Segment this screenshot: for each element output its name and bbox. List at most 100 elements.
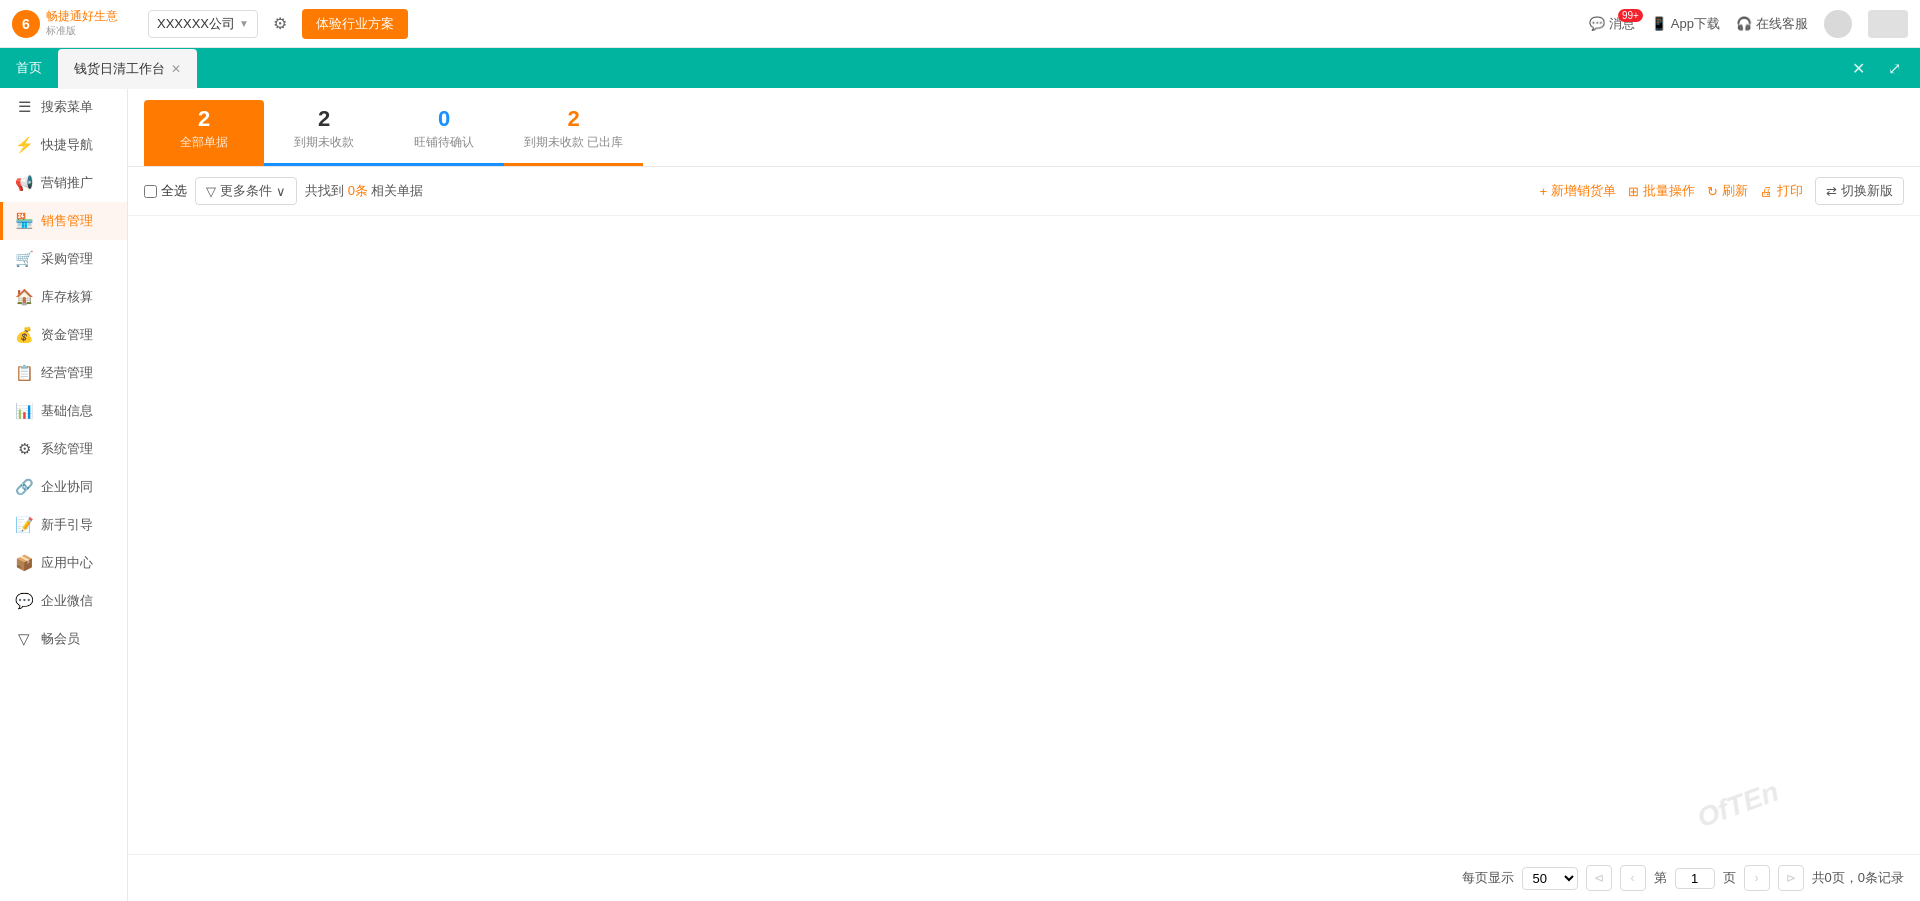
stat-count-overdue: 2 [284, 108, 364, 130]
tab-close-icon[interactable]: ✕ [171, 62, 181, 76]
tab-home-label: 首页 [16, 59, 42, 77]
sales-icon: 🏪 [15, 212, 33, 230]
basic-info-icon: 📊 [15, 402, 33, 420]
prev-page-button[interactable]: ‹ [1620, 865, 1646, 891]
toolbar-left: 全选 ▽ 更多条件 ∨ 共找到 0条 相关单据 [144, 177, 1531, 205]
filter-label: 更多条件 [220, 182, 272, 200]
sidebar-item-label: 企业微信 [41, 592, 93, 610]
sidebar-item-finance[interactable]: 💰 资金管理 [0, 316, 127, 354]
sidebar-item-quick-nav[interactable]: ⚡ 快捷导航 [0, 126, 127, 164]
batch-operation-button[interactable]: ⊞ 批量操作 [1628, 182, 1695, 200]
sidebar-item-marketing[interactable]: 📢 营销推广 [0, 164, 127, 202]
finance-icon: 💰 [15, 326, 33, 344]
page-input[interactable] [1675, 868, 1715, 889]
top-header: 6 畅捷通好生意 标准版 XXXXXX公司 ▼ ⚙ 体验行业方案 💬 消息 99… [0, 0, 1920, 48]
sidebar-item-inventory[interactable]: 🏠 库存核算 [0, 278, 127, 316]
header-right: 💬 消息 99+ 📱 App下载 🎧 在线客服 [1589, 10, 1908, 38]
select-all-checkbox[interactable]: 全选 [144, 182, 187, 200]
stat-tab-pending[interactable]: 0 旺铺待确认 [384, 100, 504, 166]
batch-icon: ⊞ [1628, 184, 1639, 199]
app-download-button[interactable]: 📱 App下载 [1651, 15, 1720, 33]
sidebar-item-label: 搜索菜单 [41, 98, 93, 116]
enterprise-icon: 🔗 [15, 478, 33, 496]
member-icon: ▽ [15, 630, 33, 648]
select-all-input[interactable] [144, 185, 157, 198]
tab-expand-icon[interactable]: ⤢ [1880, 54, 1908, 82]
add-label: 新增销货单 [1551, 182, 1616, 200]
download-icon: 📱 [1651, 16, 1667, 31]
stat-count-all: 2 [164, 108, 244, 130]
stat-count-overdue-shipped: 2 [524, 108, 623, 130]
message-badge: 99+ [1618, 9, 1643, 22]
company-selector[interactable]: XXXXXX公司 ▼ [148, 10, 258, 38]
sidebar: ☰ 搜索菜单 ⚡ 快捷导航 📢 营销推广 🏪 销售管理 🛒 采购管理 🏠 库存核… [0, 88, 128, 901]
add-icon: + [1539, 184, 1547, 199]
tab-bar-actions: ✕ ⤢ [1844, 54, 1920, 82]
stat-tab-overdue-shipped[interactable]: 2 到期未收款 已出库 [504, 100, 643, 166]
sidebar-item-label: 销售管理 [41, 212, 93, 230]
sidebar-item-label: 营销推广 [41, 174, 93, 192]
app-version: 标准版 [46, 24, 118, 38]
print-button[interactable]: 🖨 打印 [1760, 182, 1803, 200]
main-layout: ☰ 搜索菜单 ⚡ 快捷导航 📢 营销推广 🏪 销售管理 🛒 采购管理 🏠 库存核… [0, 88, 1920, 901]
experience-button[interactable]: 体验行业方案 [302, 9, 408, 39]
settings-button[interactable]: ⚙ [266, 10, 294, 38]
search-menu-icon: ☰ [15, 98, 33, 116]
sidebar-item-search-menu[interactable]: ☰ 搜索菜单 [0, 88, 127, 126]
page-label: 第 [1654, 869, 1667, 887]
filter-chevron-icon: ∨ [276, 184, 286, 199]
avatar[interactable] [1824, 10, 1852, 38]
sidebar-item-enterprise[interactable]: 🔗 企业协同 [0, 468, 127, 506]
stat-label-overdue: 到期未收款 [284, 134, 364, 151]
print-icon: 🖨 [1760, 184, 1773, 199]
sidebar-item-label: 畅会员 [41, 630, 80, 648]
stat-tab-all[interactable]: 2 全部单据 [144, 100, 264, 166]
quick-nav-icon: ⚡ [15, 136, 33, 154]
tab-workbench[interactable]: 钱货日清工作台 ✕ [58, 49, 197, 89]
stat-tab-overdue[interactable]: 2 到期未收款 [264, 100, 384, 166]
sidebar-item-app-center[interactable]: 📦 应用中心 [0, 544, 127, 582]
logo-text-area: 畅捷通好生意 标准版 [46, 9, 118, 39]
message-button[interactable]: 💬 消息 99+ [1589, 15, 1635, 33]
purchase-icon: 🛒 [15, 250, 33, 268]
sidebar-item-label: 基础信息 [41, 402, 93, 420]
chevron-down-icon: ▼ [239, 18, 249, 29]
sidebar-item-operations[interactable]: 📋 经营管理 [0, 354, 127, 392]
batch-label: 批量操作 [1643, 182, 1695, 200]
refresh-button[interactable]: ↻ 刷新 [1707, 182, 1748, 200]
service-icon: 🎧 [1736, 16, 1752, 31]
tab-home[interactable]: 首页 [0, 48, 58, 88]
stat-count-pending: 0 [404, 108, 484, 130]
print-label: 打印 [1777, 182, 1803, 200]
last-page-button[interactable]: ⊳ [1778, 865, 1804, 891]
company-name: XXXXXX公司 [157, 15, 235, 33]
user-name-area [1868, 10, 1908, 38]
per-page-select[interactable]: 50 100 200 [1522, 867, 1578, 890]
sidebar-item-sales[interactable]: 🏪 销售管理 [0, 202, 127, 240]
sidebar-item-wechat[interactable]: 💬 企业微信 [0, 582, 127, 620]
online-service-button[interactable]: 🎧 在线客服 [1736, 15, 1808, 33]
pagination-bar: 每页显示 50 100 200 ⊲ ‹ 第 页 › ⊳ 共0页，0条记录 [128, 854, 1920, 901]
tab-close-window-icon[interactable]: ✕ [1844, 54, 1872, 82]
switch-version-button[interactable]: ⇄ 切换新版 [1815, 177, 1904, 205]
wechat-icon: 💬 [15, 592, 33, 610]
sidebar-item-purchase[interactable]: 🛒 采购管理 [0, 240, 127, 278]
refresh-icon: ↻ [1707, 184, 1718, 199]
switch-icon: ⇄ [1826, 184, 1837, 199]
stat-label-all: 全部单据 [164, 134, 244, 151]
sidebar-item-guide[interactable]: 📝 新手引导 [0, 506, 127, 544]
marketing-icon: 📢 [15, 174, 33, 192]
sidebar-item-label: 系统管理 [41, 440, 93, 458]
stat-label-pending: 旺铺待确认 [404, 134, 484, 151]
sidebar-item-member[interactable]: ▽ 畅会员 [0, 620, 127, 658]
sidebar-item-basic-info[interactable]: 📊 基础信息 [0, 392, 127, 430]
app-center-icon: 📦 [15, 554, 33, 572]
next-page-button[interactable]: › [1744, 865, 1770, 891]
logo-area: 6 畅捷通好生意 标准版 [12, 9, 140, 39]
add-sale-button[interactable]: + 新增销货单 [1539, 182, 1616, 200]
filter-button[interactable]: ▽ 更多条件 ∨ [195, 177, 297, 205]
first-page-button[interactable]: ⊲ [1586, 865, 1612, 891]
sidebar-item-system[interactable]: ⚙ 系统管理 [0, 430, 127, 468]
sidebar-item-label: 库存核算 [41, 288, 93, 306]
sidebar-item-label: 企业协同 [41, 478, 93, 496]
